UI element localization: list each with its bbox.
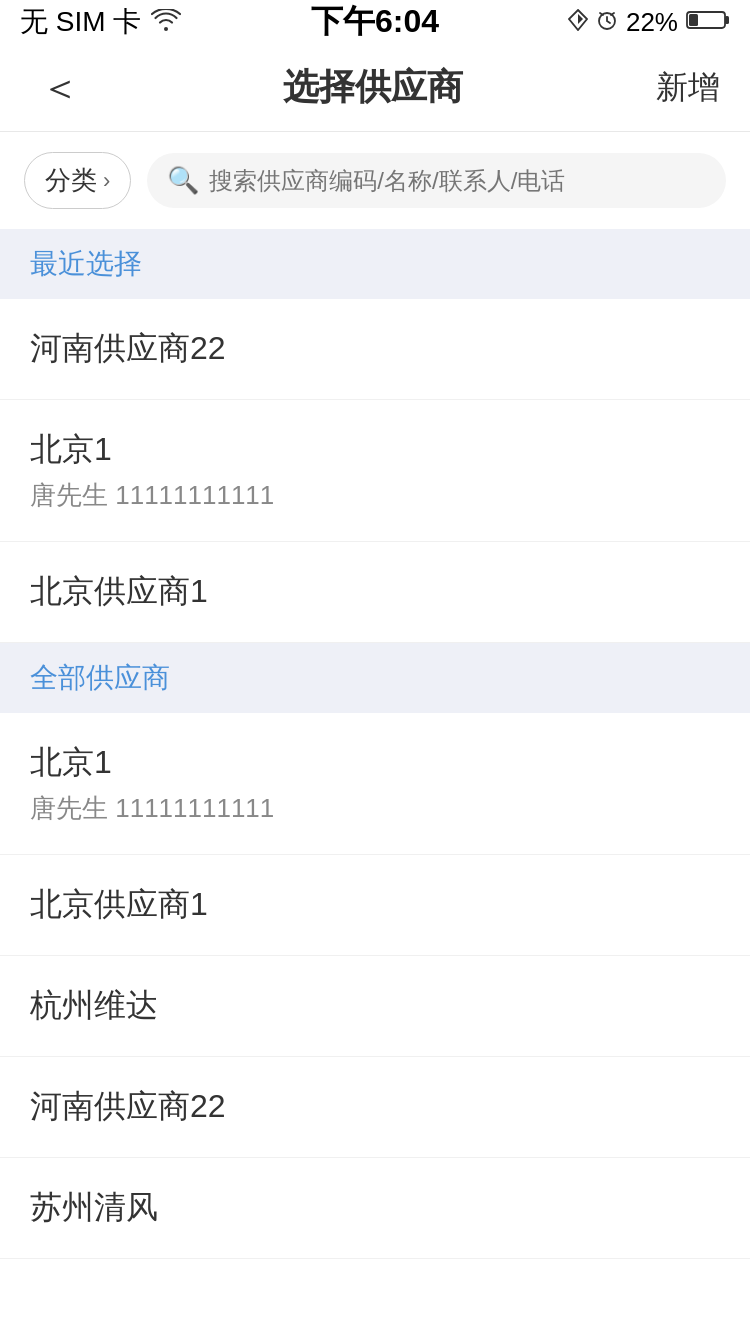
search-input[interactable] — [209, 167, 706, 195]
list-item[interactable]: 杭州维达 — [0, 956, 750, 1057]
item-name: 北京1 — [30, 741, 720, 785]
page-title: 选择供应商 — [283, 63, 463, 112]
list-item[interactable]: 苏州清风 — [0, 1158, 750, 1259]
alarm-icon — [596, 7, 618, 38]
recent-list: 河南供应商22 北京1 唐先生 11111111111 北京供应商1 — [0, 299, 750, 643]
status-left: 无 SIM 卡 — [20, 3, 181, 41]
item-name: 苏州清风 — [30, 1186, 720, 1230]
recent-section-header: 最近选择 — [0, 229, 750, 299]
item-name: 杭州维达 — [30, 984, 720, 1028]
category-filter[interactable]: 分类 › — [24, 152, 131, 209]
list-item[interactable]: 北京1 唐先生 11111111111 — [0, 400, 750, 542]
list-item[interactable]: 河南供应商22 — [0, 299, 750, 400]
item-name: 北京1 — [30, 428, 720, 472]
search-icon: 🔍 — [167, 165, 199, 196]
list-item[interactable]: 北京供应商1 — [0, 542, 750, 643]
location-icon — [568, 7, 588, 38]
status-time: 下午6:04 — [311, 0, 439, 44]
all-list: 北京1 唐先生 11111111111 北京供应商1 杭州维达河南供应商22 苏州清风 — [0, 713, 750, 1259]
svg-rect-2 — [725, 16, 729, 24]
category-label: 分类 — [45, 163, 97, 198]
list-item[interactable]: 河南供应商22 — [0, 1057, 750, 1158]
add-button[interactable]: 新增 — [656, 66, 720, 110]
list-item[interactable]: 北京供应商1 — [0, 855, 750, 956]
battery-icon — [686, 7, 730, 38]
back-button[interactable]: ＜ — [30, 50, 90, 125]
battery-percentage: 22% — [626, 7, 678, 38]
svg-rect-3 — [689, 14, 698, 26]
filter-bar: 分类 › 🔍 — [0, 132, 750, 229]
item-name: 北京供应商1 — [30, 883, 720, 927]
status-right: 22% — [568, 7, 730, 38]
item-name: 北京供应商1 — [30, 570, 720, 614]
carrier-label: 无 SIM 卡 — [20, 3, 141, 41]
wifi-icon — [151, 6, 181, 38]
search-box: 🔍 — [147, 153, 726, 208]
all-section-header: 全部供应商 — [0, 643, 750, 713]
list-item[interactable]: 北京1 唐先生 11111111111 — [0, 713, 750, 855]
chevron-right-icon: › — [103, 168, 110, 194]
item-name: 河南供应商22 — [30, 327, 720, 371]
item-name: 河南供应商22 — [30, 1085, 720, 1129]
item-sub: 唐先生 11111111111 — [30, 791, 720, 826]
item-sub: 唐先生 11111111111 — [30, 478, 720, 513]
nav-bar: ＜ 选择供应商 新增 — [0, 44, 750, 132]
status-bar: 无 SIM 卡 下午6:04 22% — [0, 0, 750, 44]
